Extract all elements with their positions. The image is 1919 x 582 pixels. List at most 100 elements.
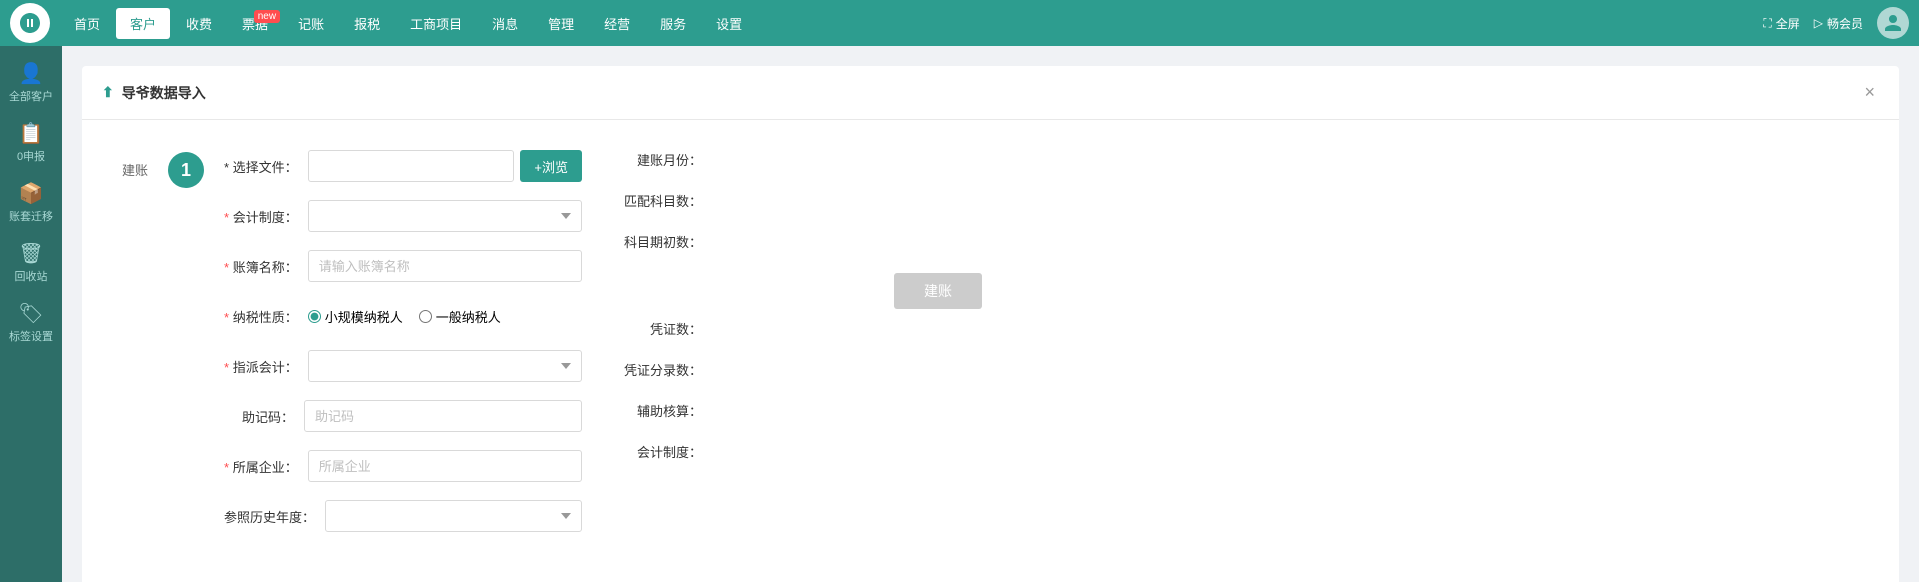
nav-right: ⛶ 全屏 ▷ 畅会员 xyxy=(1763,7,1909,39)
tax-option1[interactable]: 小规模纳税人 xyxy=(308,307,403,326)
nav-invoice[interactable]: 票据 new xyxy=(228,8,282,39)
member-btn[interactable]: ▷ 畅会员 xyxy=(1814,15,1863,32)
company-row: 所属企业： xyxy=(224,450,582,482)
history-year-label: 参照历史年度： xyxy=(224,507,325,526)
voucher-entries-label: 凭证分录数： xyxy=(622,360,712,379)
form-left: 建账 1 * 选择文件： +浏览 xyxy=(122,150,582,580)
declare-icon: 📋 xyxy=(19,124,44,144)
sidebar-item-recycle[interactable]: 🗑 回收站 xyxy=(0,236,62,292)
new-badge: new xyxy=(254,10,280,23)
nav-home[interactable]: 首页 xyxy=(60,8,114,39)
sidebar-item-tag[interactable]: 🏷 标签设置 xyxy=(0,296,62,352)
match-subjects-label: 匹配科目数： xyxy=(622,191,712,210)
accounting-system-label: 会计制度： xyxy=(224,207,308,226)
nav-settings[interactable]: 设置 xyxy=(702,8,756,39)
memo-input[interactable] xyxy=(304,400,582,432)
build-account-button[interactable]: 建账 xyxy=(894,273,982,309)
form-fields: * 选择文件： +浏览 xyxy=(224,150,582,550)
voucher-label: 凭证数： xyxy=(622,319,712,338)
radio-group: 小规模纳税人 一般纳税人 xyxy=(308,300,582,332)
fullscreen-btn[interactable]: ⛶ 全屏 xyxy=(1763,15,1799,32)
dialog-body: 建账 1 * 选择文件： +浏览 xyxy=(82,120,1899,582)
file-input-row: +浏览 xyxy=(308,150,582,182)
browse-button[interactable]: +浏览 xyxy=(520,150,582,182)
tax-radio1[interactable] xyxy=(308,310,321,323)
recycle-icon: 🗑 xyxy=(18,244,43,264)
accountant-control xyxy=(308,350,582,382)
play-icon: ▷ xyxy=(1814,16,1823,30)
memo-label: 助记码： xyxy=(224,407,304,426)
aux-accounting-label: 辅助核算： xyxy=(622,401,712,420)
sidebar-item-declare[interactable]: 📋 0申报 xyxy=(0,116,62,172)
company-control xyxy=(308,450,582,482)
accountant-select[interactable] xyxy=(308,350,582,382)
avatar[interactable] xyxy=(1877,7,1909,39)
voucher-row: 凭证数： xyxy=(622,319,982,338)
accounting-system-right-label: 会计制度： xyxy=(622,442,712,461)
dialog-close-button[interactable]: × xyxy=(1860,78,1879,107)
accountant-label: 指派会计： xyxy=(224,357,308,376)
main-layout: 👤 全部客户 📋 0申报 📦 账套迁移 🗑 回收站 🏷 标签设置 ⬆ 导爷数据导… xyxy=(0,46,1919,582)
sidebar-item-migrate[interactable]: 📦 账套迁移 xyxy=(0,176,62,232)
step-badge: 1 xyxy=(168,152,204,188)
account-month-row: 建账月份： xyxy=(622,150,982,169)
form-main: 建账 1 * 选择文件： +浏览 xyxy=(122,150,1859,580)
company-label: 所属企业： xyxy=(224,457,308,476)
content-area: ⬆ 导爷数据导入 × 建账 1 * xyxy=(62,46,1919,582)
ledger-name-label: 账簿名称： xyxy=(224,257,308,276)
nav-fee[interactable]: 收费 xyxy=(172,8,226,39)
top-navbar: 首页 客户 收费 票据 new 记账 报税 工商项目 消息 管理 经营 服务 设… xyxy=(0,0,1919,46)
nav-message[interactable]: 消息 xyxy=(478,8,532,39)
accounting-system-select[interactable] xyxy=(308,200,582,232)
nav-customer[interactable]: 客户 xyxy=(116,8,170,39)
nav-tax[interactable]: 报税 xyxy=(340,8,394,39)
company-input[interactable] xyxy=(308,450,582,482)
file-input[interactable] xyxy=(308,150,515,182)
dialog-header: ⬆ 导爷数据导入 × xyxy=(82,66,1899,120)
all-customers-icon: 👤 xyxy=(19,64,44,84)
memo-control xyxy=(304,400,582,432)
file-label: * 选择文件： xyxy=(224,157,308,176)
build-btn-row: 建账 xyxy=(622,273,982,309)
file-control: +浏览 xyxy=(308,150,582,182)
migrate-icon: 📦 xyxy=(19,184,44,204)
tag-icon: 🏷 xyxy=(18,304,43,324)
history-year-control xyxy=(325,500,582,532)
tax-type-label: 纳税性质： xyxy=(224,307,308,326)
step-label: 建账 xyxy=(122,150,148,179)
accounting-system-control xyxy=(308,200,582,232)
tax-type-row: 纳税性质： 小规模纳税人 xyxy=(224,300,582,332)
form-right: 建账月份： 匹配科目数： 科目期初数： 建账 xyxy=(622,150,982,580)
ledger-name-row: 账簿名称： xyxy=(224,250,582,282)
accountant-row: 指派会计： xyxy=(224,350,582,382)
history-year-row: 参照历史年度： xyxy=(224,500,582,532)
tax-option2[interactable]: 一般纳税人 xyxy=(419,307,501,326)
step-section: 建账 1 * 选择文件： +浏览 xyxy=(122,150,582,550)
dialog-title: ⬆ 导爷数据导入 xyxy=(102,83,206,103)
ledger-name-input[interactable] xyxy=(308,250,582,282)
dialog-container: ⬆ 导爷数据导入 × 建账 1 * xyxy=(82,66,1899,582)
sidebar-item-all-customers[interactable]: 👤 全部客户 xyxy=(0,56,62,112)
match-subjects-row: 匹配科目数： xyxy=(622,191,982,210)
nav-business[interactable]: 工商项目 xyxy=(396,8,476,39)
memo-row: 助记码： xyxy=(224,400,582,432)
aux-accounting-row: 辅助核算： xyxy=(622,401,982,420)
nav-service[interactable]: 服务 xyxy=(646,8,700,39)
subject-init-row: 科目期初数： xyxy=(622,232,982,251)
voucher-entries-row: 凭证分录数： xyxy=(622,360,982,379)
fullscreen-icon: ⛶ xyxy=(1763,16,1771,31)
accounting-system-right-row: 会计制度： xyxy=(622,442,982,461)
subject-init-label: 科目期初数： xyxy=(622,232,712,251)
accounting-system-row: 会计制度： xyxy=(224,200,582,232)
nav-manage[interactable]: 管理 xyxy=(534,8,588,39)
nav-items: 首页 客户 收费 票据 new 记账 报税 工商项目 消息 管理 经营 服务 设… xyxy=(60,8,1763,39)
nav-accounting[interactable]: 记账 xyxy=(284,8,338,39)
tax-type-control: 小规模纳税人 一般纳税人 xyxy=(308,300,582,332)
upload-icon: ⬆ xyxy=(102,84,114,101)
nav-operation[interactable]: 经营 xyxy=(590,8,644,39)
account-month-label: 建账月份： xyxy=(622,150,712,169)
file-row: * 选择文件： +浏览 xyxy=(224,150,582,182)
history-year-select[interactable] xyxy=(325,500,582,532)
logo xyxy=(10,3,50,43)
tax-radio2[interactable] xyxy=(419,310,432,323)
